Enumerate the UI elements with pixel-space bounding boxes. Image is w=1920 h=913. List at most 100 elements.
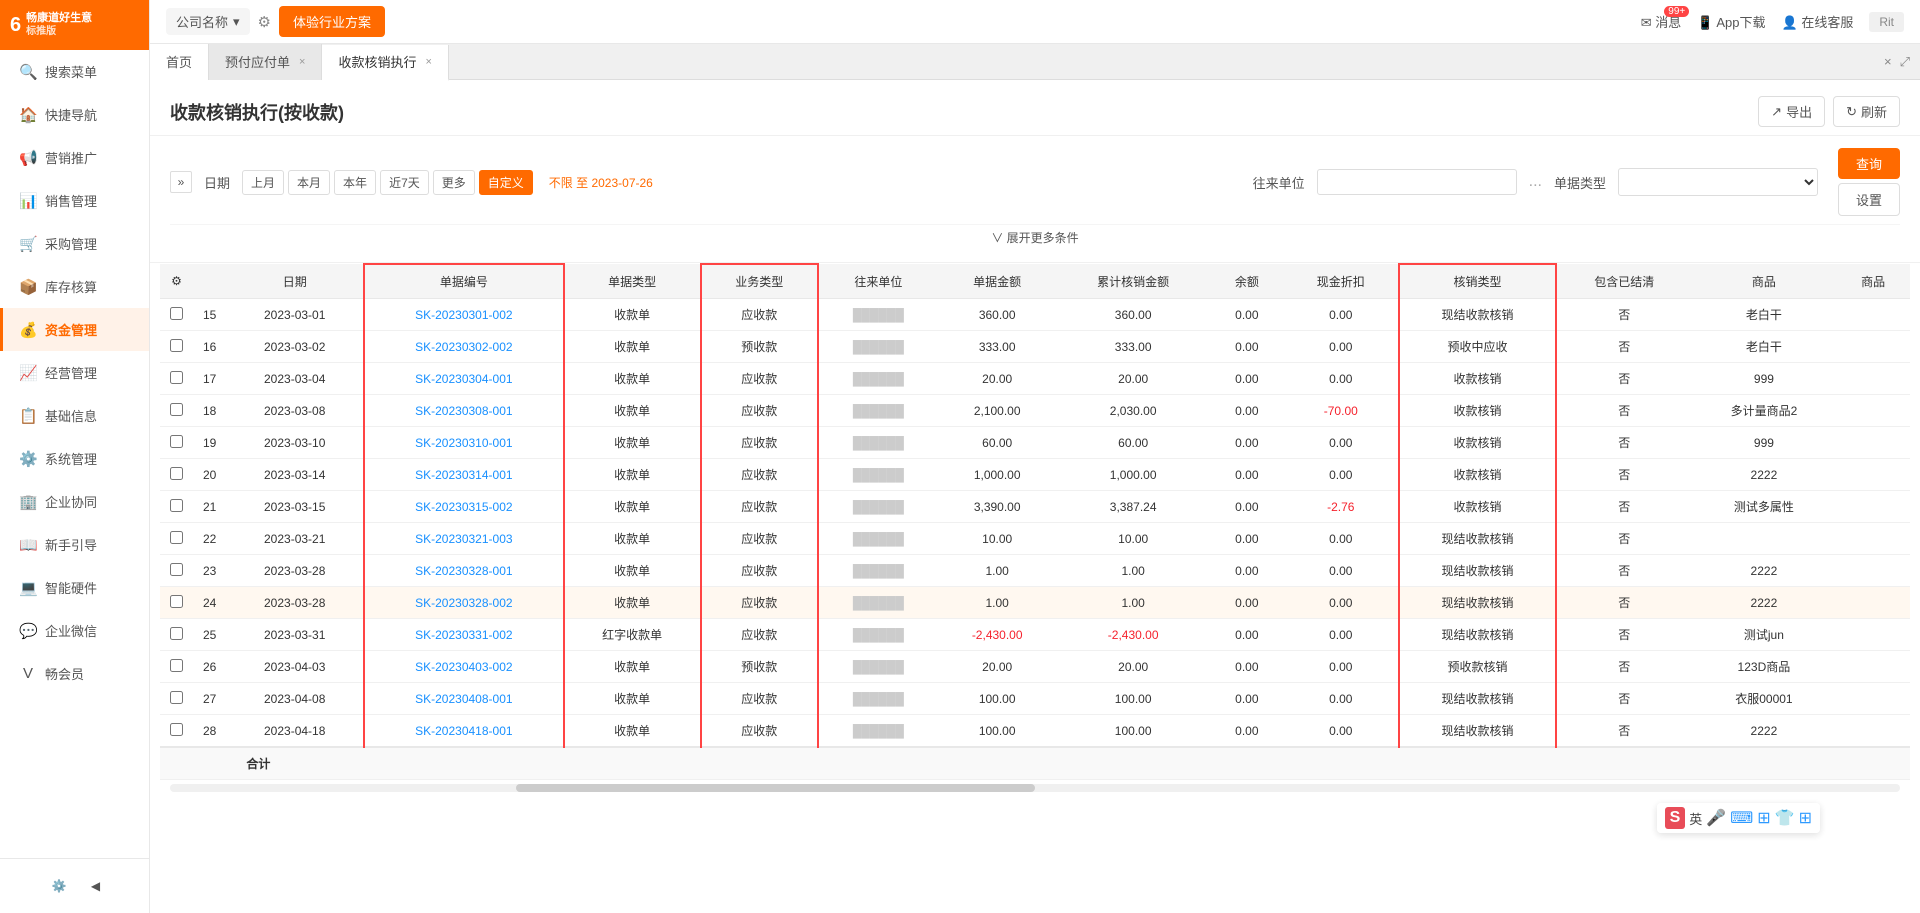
online-service[interactable]: 👤 在线客服 bbox=[1782, 12, 1854, 31]
bill-no-link[interactable]: SK-20230304-001 bbox=[415, 372, 512, 386]
row-checkbox[interactable] bbox=[170, 595, 183, 608]
cell-checkbox[interactable] bbox=[160, 427, 193, 459]
cell-checkbox[interactable] bbox=[160, 395, 193, 427]
row-checkbox[interactable] bbox=[170, 307, 183, 320]
row-checkbox[interactable] bbox=[170, 723, 183, 736]
refresh-button[interactable]: ↻ 刷新 bbox=[1833, 96, 1900, 127]
th-settings[interactable]: ⚙ bbox=[160, 264, 193, 299]
th-partner[interactable]: 往来单位 bbox=[818, 264, 938, 299]
sidebar-item-quicknav[interactable]: 🏠快捷导航 bbox=[0, 93, 149, 136]
export-button[interactable]: ↗ 导出 bbox=[1758, 96, 1825, 127]
row-checkbox[interactable] bbox=[170, 371, 183, 384]
sidebar-item-hardware[interactable]: 💻智能硬件 bbox=[0, 566, 149, 609]
cell-checkbox[interactable] bbox=[160, 459, 193, 491]
tab-maximize-icon[interactable]: ⤢ bbox=[1900, 54, 1910, 70]
th-balance[interactable]: 余额 bbox=[1210, 264, 1284, 299]
sidebar-item-search[interactable]: 🔍搜索菜单 bbox=[0, 50, 149, 93]
sidebar-item-member[interactable]: V畅会员 bbox=[0, 652, 149, 695]
filter-settings-button[interactable]: 设置 bbox=[1838, 183, 1900, 216]
horizontal-scrollbar[interactable] bbox=[170, 784, 1900, 792]
custom-date-btn[interactable]: 自定义 bbox=[479, 170, 533, 195]
row-checkbox[interactable] bbox=[170, 435, 183, 448]
tab-collection[interactable]: 收款核销执行 × bbox=[322, 45, 448, 81]
tab-prepay[interactable]: 预付应付单 × bbox=[209, 44, 322, 80]
bill-no-link[interactable]: SK-20230302-002 bbox=[415, 340, 512, 354]
th-date[interactable]: 日期 bbox=[226, 264, 364, 299]
this-year-btn[interactable]: 本年 bbox=[334, 170, 376, 195]
th-biz-type[interactable]: 业务类型 bbox=[701, 264, 818, 299]
query-button[interactable]: 查询 bbox=[1838, 148, 1900, 179]
sidebar-item-basic[interactable]: 📋基础信息 bbox=[0, 394, 149, 437]
cell-checkbox[interactable] bbox=[160, 715, 193, 748]
row-checkbox[interactable] bbox=[170, 659, 183, 672]
settings-icon[interactable]: ⚙ bbox=[258, 13, 271, 31]
sidebar-item-purchase[interactable]: 🛒采购管理 bbox=[0, 222, 149, 265]
tab-home[interactable]: 首页 bbox=[150, 44, 209, 80]
sidebar-item-enterprise[interactable]: 🏢企业协同 bbox=[0, 480, 149, 523]
bill-no-link[interactable]: SK-20230328-002 bbox=[415, 596, 512, 610]
row-checkbox[interactable] bbox=[170, 531, 183, 544]
th-verify-type[interactable]: 核销类型 bbox=[1399, 264, 1556, 299]
sidebar-item-finance[interactable]: 💰资金管理 bbox=[0, 308, 149, 351]
company-selector[interactable]: 公司名称 ▾ bbox=[166, 8, 250, 35]
th-bill-amount[interactable]: 单据金额 bbox=[938, 264, 1056, 299]
row-checkbox[interactable] bbox=[170, 627, 183, 640]
more-date-btn[interactable]: 更多 bbox=[433, 170, 475, 195]
th-goods[interactable]: 商品 bbox=[1691, 264, 1836, 299]
sidebar-item-settings[interactable]: ⚙️ ◀ bbox=[0, 867, 149, 905]
th-verify-amount[interactable]: 累计核销金额 bbox=[1056, 264, 1210, 299]
this-month-btn[interactable]: 本月 bbox=[288, 170, 330, 195]
last-month-btn[interactable]: 上月 bbox=[242, 170, 284, 195]
bill-no-link[interactable]: SK-20230310-001 bbox=[415, 436, 512, 450]
row-checkbox[interactable] bbox=[170, 563, 183, 576]
expand-more-bar[interactable]: ∨ 展开更多条件 bbox=[170, 224, 1900, 250]
cell-checkbox[interactable] bbox=[160, 331, 193, 363]
row-checkbox[interactable] bbox=[170, 691, 183, 704]
sidebar-item-sales[interactable]: 📊销售管理 bbox=[0, 179, 149, 222]
bill-no-link[interactable]: SK-20230301-002 bbox=[415, 308, 512, 322]
sidebar-item-system[interactable]: ⚙️系统管理 bbox=[0, 437, 149, 480]
cell-checkbox[interactable] bbox=[160, 299, 193, 331]
row-checkbox[interactable] bbox=[170, 499, 183, 512]
bill-no-link[interactable]: SK-20230408-001 bbox=[415, 692, 512, 706]
cell-checkbox[interactable] bbox=[160, 491, 193, 523]
scrollbar-thumb[interactable] bbox=[516, 784, 1035, 792]
row-checkbox[interactable] bbox=[170, 467, 183, 480]
cell-checkbox[interactable] bbox=[160, 587, 193, 619]
bill-no-link[interactable]: SK-20230418-001 bbox=[415, 724, 512, 738]
bill-no-link[interactable]: SK-20230403-002 bbox=[415, 660, 512, 674]
more-filter-icon[interactable]: ... bbox=[1529, 173, 1542, 191]
bill-type-select[interactable] bbox=[1618, 168, 1818, 196]
sidebar-item-wechat[interactable]: 💬企业微信 bbox=[0, 609, 149, 652]
tab-close-all-icon[interactable]: × bbox=[1884, 54, 1892, 69]
cell-checkbox[interactable] bbox=[160, 683, 193, 715]
sidebar-item-guide[interactable]: 📖新手引导 bbox=[0, 523, 149, 566]
cell-checkbox[interactable] bbox=[160, 555, 193, 587]
app-download[interactable]: 📱 App下载 bbox=[1697, 12, 1765, 31]
bill-no-link[interactable]: SK-20230328-001 bbox=[415, 564, 512, 578]
industry-solution-button[interactable]: 体验行业方案 bbox=[279, 6, 385, 37]
sidebar-item-operations[interactable]: 📈经营管理 bbox=[0, 351, 149, 394]
th-bill-no[interactable]: 单据编号 bbox=[364, 264, 564, 299]
th-cash-discount[interactable]: 现金折扣 bbox=[1284, 264, 1399, 299]
partner-input[interactable] bbox=[1317, 169, 1517, 195]
bill-no-link[interactable]: SK-20230314-001 bbox=[415, 468, 512, 482]
th-goods2[interactable]: 商品 bbox=[1836, 264, 1910, 299]
row-checkbox[interactable] bbox=[170, 403, 183, 416]
cell-checkbox[interactable] bbox=[160, 363, 193, 395]
collection-tab-close[interactable]: × bbox=[425, 56, 431, 68]
cell-checkbox[interactable] bbox=[160, 523, 193, 555]
bill-no-link[interactable]: SK-20230308-001 bbox=[415, 404, 512, 418]
message-badge[interactable]: ✉ 消息 99+ bbox=[1641, 12, 1682, 31]
bill-no-link[interactable]: SK-20230321-003 bbox=[415, 532, 512, 546]
cell-checkbox[interactable] bbox=[160, 651, 193, 683]
bill-no-link[interactable]: SK-20230315-002 bbox=[415, 500, 512, 514]
filter-expand-arrow[interactable]: » bbox=[170, 171, 192, 193]
prepay-tab-close[interactable]: × bbox=[299, 56, 305, 68]
sidebar-item-marketing[interactable]: 📢营销推广 bbox=[0, 136, 149, 179]
cell-checkbox[interactable] bbox=[160, 619, 193, 651]
row-checkbox[interactable] bbox=[170, 339, 183, 352]
last-7days-btn[interactable]: 近7天 bbox=[380, 170, 429, 195]
th-include-settled[interactable]: 包含已结清 bbox=[1556, 264, 1691, 299]
th-bill-type[interactable]: 单据类型 bbox=[564, 264, 701, 299]
